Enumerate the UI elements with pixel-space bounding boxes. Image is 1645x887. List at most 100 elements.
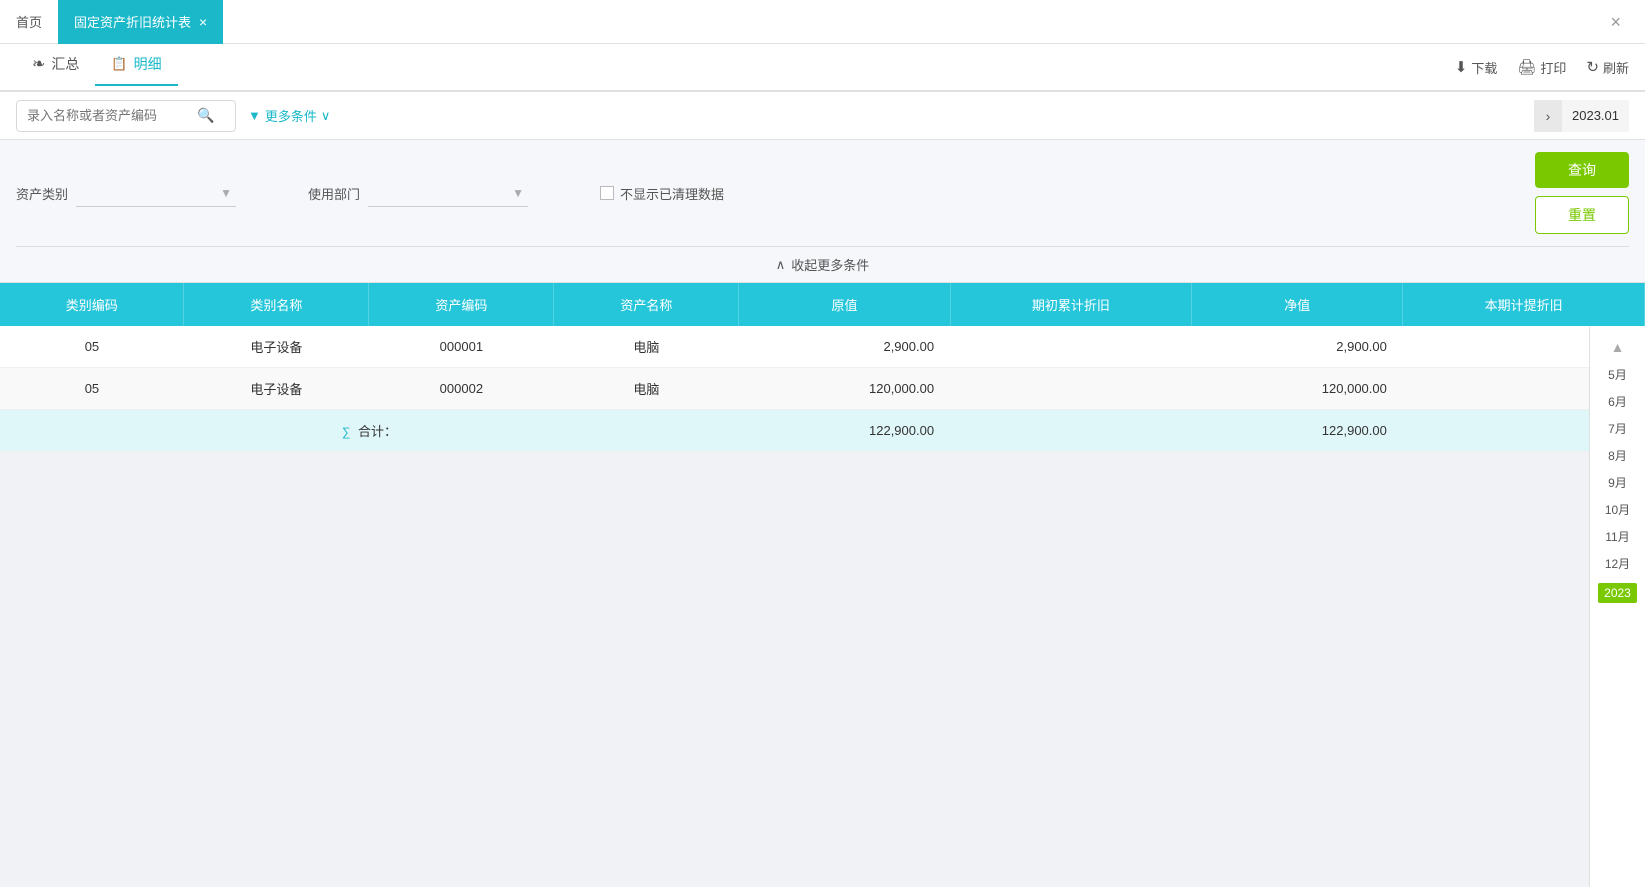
cell-category-name: 电子设备: [184, 326, 369, 368]
dept-select[interactable]: ▼: [368, 179, 528, 207]
sidebar-scroll-up-icon[interactable]: ▲: [1607, 335, 1629, 359]
close-tab-icon[interactable]: ×: [199, 14, 207, 30]
dept-label: 使用部门: [308, 184, 360, 203]
asset-type-filter: 资产类别 ▼: [16, 179, 236, 207]
cell-net-value: 120,000.00: [1192, 368, 1403, 410]
tab-detail[interactable]: 📋 明细: [95, 44, 177, 86]
search-input-wrap[interactable]: 🔍: [16, 100, 236, 132]
table-row: 05 电子设备 000001 电脑 2,900.00 2,900.00: [0, 326, 1645, 368]
sidebar-month-item[interactable]: 12月: [1605, 550, 1630, 577]
sidebar-month-item[interactable]: 5月: [1605, 361, 1630, 388]
dept-arrow-icon: ▼: [512, 186, 524, 200]
cell-category-code: 05: [0, 368, 184, 410]
date-navigator: › 2023.01: [1534, 100, 1629, 132]
print-label: 打印: [1540, 58, 1566, 77]
total-label-cell: ∑ 合计：: [0, 410, 739, 452]
sidebar-month-item[interactable]: 8月: [1605, 442, 1630, 469]
home-nav[interactable]: 首页: [16, 12, 58, 31]
col-period-dep: 本期计提折旧: [1403, 283, 1645, 326]
total-original: 122,900.00: [739, 410, 950, 452]
query-button[interactable]: 查询: [1535, 152, 1629, 188]
reset-button[interactable]: 重置: [1535, 196, 1629, 234]
no-cleared-filter[interactable]: 不显示已清理数据: [600, 184, 724, 203]
cell-asset-code: 000001: [369, 326, 554, 368]
refresh-label: 刷新: [1603, 58, 1629, 77]
right-sidebar: ▲ 5月6月7月8月9月10月11月12月 2023: [1589, 327, 1645, 887]
sidebar-month-item[interactable]: 9月: [1605, 469, 1630, 496]
sidebar-month-item[interactable]: 6月: [1605, 388, 1630, 415]
print-button[interactable]: 🖨 打印: [1517, 58, 1566, 77]
filters-row: 资产类别 ▼ 使用部门 ▼ 不显示已清理数据 查询 重置: [16, 152, 1629, 234]
col-category-code: 类别编码: [0, 283, 184, 326]
collapse-icon: ∧: [776, 257, 786, 273]
cell-net-value: 2,900.00: [1192, 326, 1403, 368]
no-cleared-checkbox[interactable]: [600, 186, 614, 200]
cell-asset-name: 电脑: [554, 326, 739, 368]
search-input[interactable]: [27, 108, 197, 123]
cell-category-code: 05: [0, 326, 184, 368]
date-display: 2023.01: [1562, 100, 1629, 132]
print-icon: 🖨: [1517, 58, 1536, 76]
sidebar-month-item[interactable]: 7月: [1605, 415, 1630, 442]
more-filters-label: 更多条件: [265, 106, 317, 125]
col-asset-code: 资产编码: [369, 283, 554, 326]
cell-original: 2,900.00: [739, 326, 950, 368]
asset-type-label: 资产类别: [16, 184, 68, 203]
depreciation-table: 类别编码 类别名称 资产编码 资产名称 原值 期初累计折旧 净值 本期计提折旧 …: [0, 283, 1645, 452]
total-net-value: 122,900.00: [1192, 410, 1403, 452]
sidebar-months: 5月6月7月8月9月10月11月12月: [1605, 361, 1630, 577]
col-asset-name: 资产名称: [554, 283, 739, 326]
cell-accum-dep: [950, 368, 1192, 410]
tab-toolbar-row: ❧ 汇总 📋 明细 ⬇ 下载 🖨 打印 ↻ 刷新: [0, 44, 1645, 92]
active-tab[interactable]: 固定资产折旧统计表 ×: [58, 0, 223, 44]
no-cleared-label: 不显示已清理数据: [620, 184, 724, 203]
table-header-row: 类别编码 类别名称 资产编码 资产名称 原值 期初累计折旧 净值 本期计提折旧: [0, 283, 1645, 326]
cell-asset-code: 000002: [369, 368, 554, 410]
download-button[interactable]: ⬇ 下载: [1455, 58, 1498, 77]
col-net-value: 净值: [1192, 283, 1403, 326]
cell-original: 120,000.00: [739, 368, 950, 410]
cell-asset-name: 电脑: [554, 368, 739, 410]
asset-type-select[interactable]: ▼: [76, 179, 236, 207]
table-row: 05 电子设备 000002 电脑 120,000.00 120,000.00: [0, 368, 1645, 410]
col-original-value: 原值: [739, 283, 950, 326]
tab-detail-label: 明细: [134, 54, 162, 74]
sum-icon: ∑: [342, 425, 351, 439]
sidebar-month-item[interactable]: 10月: [1605, 496, 1630, 523]
filter-action-buttons: 查询 重置: [1535, 152, 1629, 234]
tab-title: 固定资产折旧统计表: [74, 12, 191, 31]
dept-filter: 使用部门 ▼: [308, 179, 528, 207]
collapse-label: 收起更多条件: [791, 255, 869, 274]
summary-icon: ❧: [32, 54, 45, 74]
col-category-name: 类别名称: [184, 283, 369, 326]
total-row: ∑ 合计： 122,900.00 122,900.00: [0, 410, 1645, 452]
refresh-icon: ↻: [1586, 58, 1599, 76]
main-wrapper: 类别编码 类别名称 资产编码 资产名称 原值 期初累计折旧 净值 本期计提折旧 …: [0, 283, 1645, 452]
more-filters-button[interactable]: ▼ 更多条件 ∨: [248, 106, 330, 125]
date-prev-button[interactable]: ›: [1534, 100, 1562, 132]
refresh-button[interactable]: ↻ 刷新: [1586, 58, 1629, 77]
data-table-container: 类别编码 类别名称 资产编码 资产名称 原值 期初累计折旧 净值 本期计提折旧 …: [0, 283, 1645, 452]
search-bar: 🔍 ▼ 更多条件 ∨ › 2023.01: [0, 92, 1645, 140]
chevron-down-icon: ∨: [321, 108, 331, 124]
sidebar-year-badge[interactable]: 2023: [1598, 583, 1637, 603]
total-label: 合计：: [358, 424, 397, 439]
asset-type-arrow-icon: ▼: [220, 186, 232, 200]
total-accum-dep: [950, 410, 1192, 452]
download-label: 下载: [1471, 58, 1497, 77]
tab-summary[interactable]: ❧ 汇总: [16, 44, 95, 86]
download-icon: ⬇: [1455, 58, 1468, 76]
col-accum-dep: 期初累计折旧: [950, 283, 1192, 326]
filter-icon: ▼: [248, 108, 261, 123]
detail-icon: 📋: [111, 56, 127, 72]
sidebar-month-item[interactable]: 11月: [1605, 523, 1630, 550]
search-icon: 🔍: [197, 107, 214, 124]
filters-area: 资产类别 ▼ 使用部门 ▼ 不显示已清理数据 查询 重置 ∧ 收起更多条件: [0, 140, 1645, 283]
top-nav: 首页 固定资产折旧统计表 × ×: [0, 0, 1645, 44]
tab-summary-label: 汇总: [51, 54, 79, 74]
toolbar-buttons: ⬇ 下载 🖨 打印 ↻ 刷新: [1455, 44, 1629, 90]
cell-category-name: 电子设备: [184, 368, 369, 410]
cell-accum-dep: [950, 326, 1192, 368]
close-window-icon[interactable]: ×: [1610, 12, 1629, 33]
collapse-filters-button[interactable]: ∧ 收起更多条件: [16, 246, 1629, 282]
